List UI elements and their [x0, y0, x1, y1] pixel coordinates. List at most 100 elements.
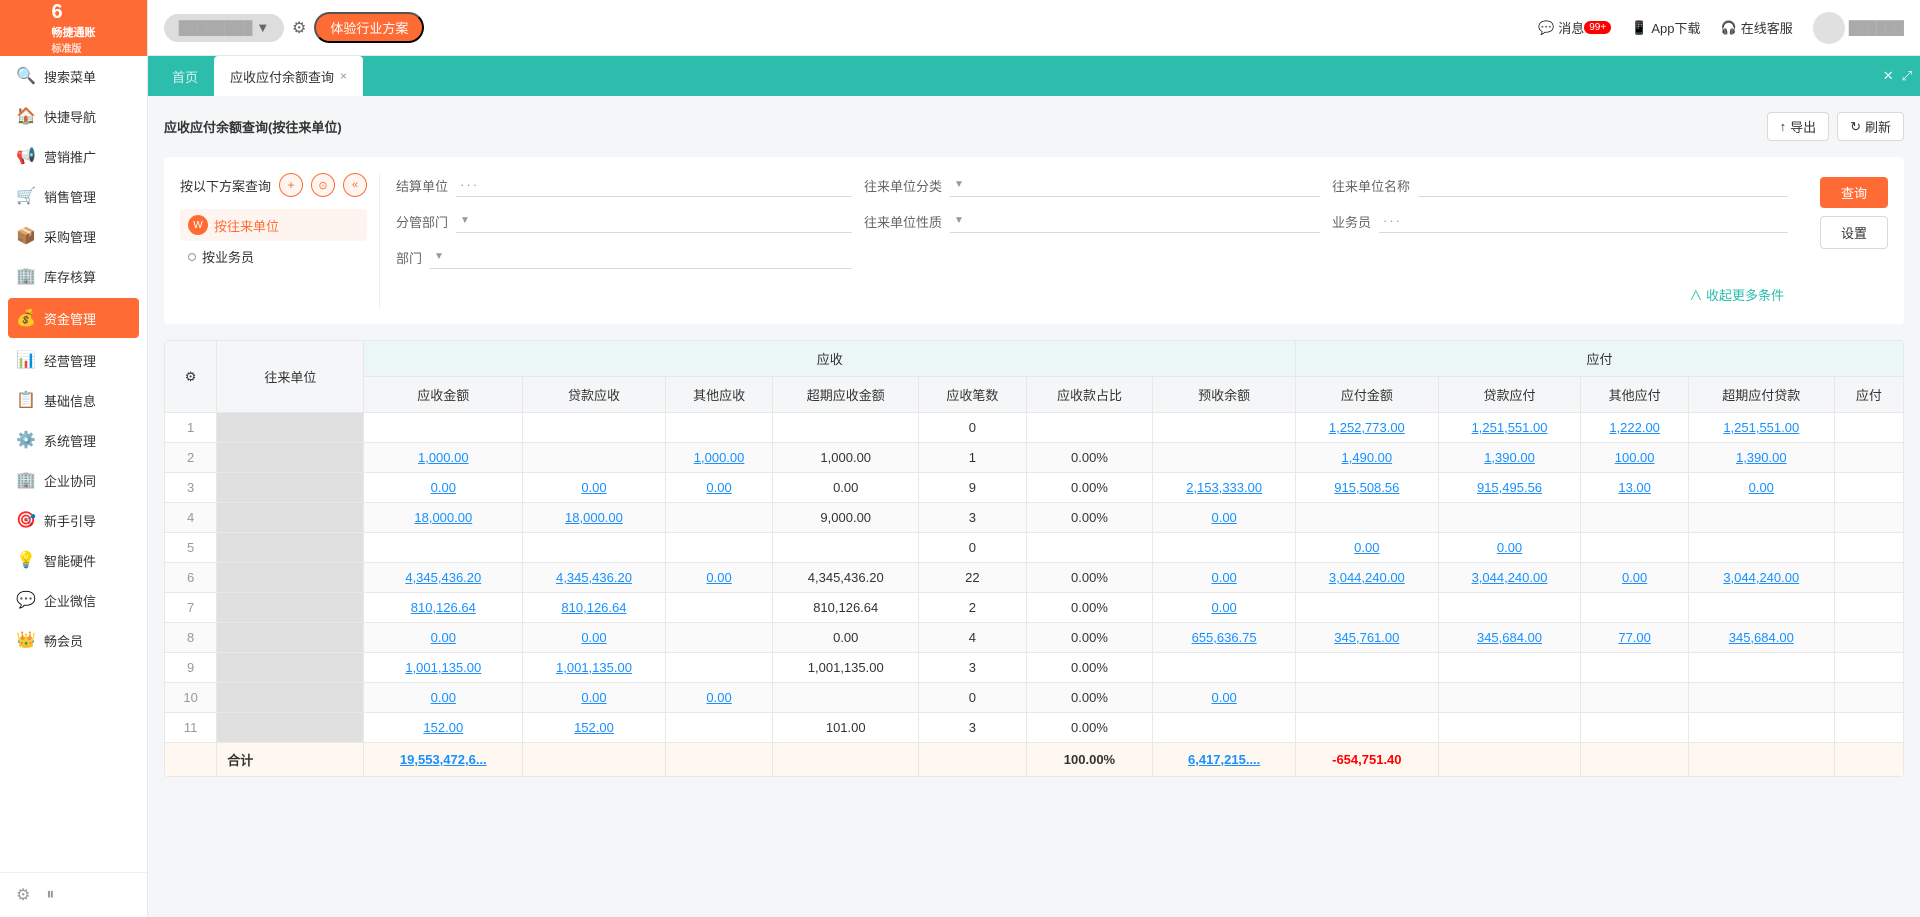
col-receivable-amount: 应收金额 [364, 377, 523, 413]
total-advance-balance[interactable]: 6,417,215.... [1153, 743, 1296, 777]
row-receivable-amount[interactable]: 18,000.00 [364, 503, 523, 533]
row-loan-receivable[interactable]: 810,126.64 [523, 593, 666, 623]
row-advance-balance[interactable]: 2,153,333.00 [1153, 473, 1296, 503]
sidebar-item-basic-info[interactable]: 📋 基础信息 [0, 380, 147, 420]
collapse-more-button[interactable]: ∧ 收起更多条件 [1685, 281, 1788, 308]
sidebar-item-finance[interactable]: 💰 资金管理 [8, 298, 139, 338]
online-service-button[interactable]: 🎧 在线客服 [1721, 18, 1793, 37]
sidebar-item-member[interactable]: 👑 畅会员 [0, 620, 147, 660]
filter-collapse-button[interactable]: « [343, 173, 367, 197]
row-receivable-amount[interactable]: 0.00 [364, 683, 523, 713]
unit-category-input[interactable]: ▼ [950, 173, 1320, 197]
row-overdue-payable[interactable]: 1,390.00 [1688, 443, 1834, 473]
row-loan-payable[interactable]: 3,044,240.00 [1438, 563, 1581, 593]
row-overdue-payable[interactable]: 345,684.00 [1688, 623, 1834, 653]
sidebar-item-smart-hardware[interactable]: 💡 智能硬件 [0, 540, 147, 580]
row-advance-balance[interactable]: 655,636.75 [1153, 623, 1296, 653]
sidebar-item-quick-nav[interactable]: 🏠 快捷导航 [0, 96, 147, 136]
sidebar-item-marketing[interactable]: 📢 营销推广 [0, 136, 147, 176]
sidebar-item-operations[interactable]: 📊 经营管理 [0, 340, 147, 380]
header-gear-icon[interactable]: ⚙ [292, 18, 306, 38]
tab-receivable-query[interactable]: 应收应付余额查询 × [214, 56, 363, 96]
row-receivable-amount[interactable]: 1,000.00 [364, 443, 523, 473]
row-overdue-payable[interactable]: 0.00 [1688, 473, 1834, 503]
sidebar-item-purchase[interactable]: 📦 采购管理 [0, 216, 147, 256]
row-advance-balance[interactable]: 0.00 [1153, 593, 1296, 623]
row-payable-amount[interactable]: 915,508.56 [1295, 473, 1438, 503]
row-loan-payable[interactable]: 345,684.00 [1438, 623, 1581, 653]
sidebar-item-wechat[interactable]: 💬 企业微信 [0, 580, 147, 620]
sidebar-item-system[interactable]: ⚙️ 系统管理 [0, 420, 147, 460]
row-overdue-payable[interactable]: 1,251,551.00 [1688, 413, 1834, 443]
row-receivable-amount[interactable]: 810,126.64 [364, 593, 523, 623]
filter-option-salesperson[interactable]: 按业务员 [180, 241, 367, 272]
sidebar-item-enterprise[interactable]: 🏢 企业协同 [0, 460, 147, 500]
settlement-unit-input[interactable]: ··· [456, 173, 852, 197]
row-payable-amount[interactable]: 1,490.00 [1295, 443, 1438, 473]
unit-name-input[interactable] [1418, 173, 1788, 197]
row-advance-balance[interactable]: 0.00 [1153, 503, 1296, 533]
row-other-payable[interactable]: 13.00 [1581, 473, 1689, 503]
collapse-icon[interactable]: ⏸ [46, 886, 54, 904]
row-receivable-amount[interactable]: 4,345,436.20 [364, 563, 523, 593]
tab-expand-icon[interactable]: ⤢ [1902, 68, 1912, 84]
row-advance-balance[interactable]: 0.00 [1153, 683, 1296, 713]
org-selector[interactable]: ████████ ▼ [164, 14, 284, 42]
row-loan-receivable[interactable]: 0.00 [523, 623, 666, 653]
row-loan-receivable[interactable]: 152.00 [523, 713, 666, 743]
salesperson-input[interactable]: ··· [1379, 209, 1788, 233]
row-loan-receivable[interactable]: 1,001,135.00 [523, 653, 666, 683]
row-advance-balance[interactable]: 0.00 [1153, 563, 1296, 593]
row-other-payable[interactable]: 100.00 [1581, 443, 1689, 473]
row-other-receivable[interactable]: 0.00 [665, 683, 773, 713]
unit-nature-input[interactable]: ▼ [950, 209, 1320, 233]
filter-options-button[interactable]: ⊙ [311, 173, 335, 197]
dept-input[interactable]: ▼ [430, 245, 852, 269]
row-other-payable[interactable]: 77.00 [1581, 623, 1689, 653]
tab-home[interactable]: 首页 [156, 56, 214, 96]
col-settings[interactable]: ⚙ [165, 341, 217, 413]
row-loan-payable[interactable]: 1,251,551.00 [1438, 413, 1581, 443]
row-payable-amount[interactable]: 3,044,240.00 [1295, 563, 1438, 593]
row-other-payable[interactable]: 1,222.00 [1581, 413, 1689, 443]
filter-add-button[interactable]: + [279, 173, 303, 197]
messages-button[interactable]: 💬 消息 99+ [1538, 18, 1611, 37]
sidebar-item-inventory[interactable]: 🏢 库存核算 [0, 256, 147, 296]
row-payable-amount[interactable]: 1,252,773.00 [1295, 413, 1438, 443]
sidebar-item-search[interactable]: 🔍 搜索菜单 [0, 56, 147, 96]
tab-close-icon[interactable]: × [340, 69, 347, 83]
row-loan-receivable[interactable]: 0.00 [523, 473, 666, 503]
row-receivable-amount[interactable]: 152.00 [364, 713, 523, 743]
user-profile[interactable]: ██████ [1813, 12, 1904, 44]
row-loan-payable[interactable]: 1,390.00 [1438, 443, 1581, 473]
row-loan-receivable[interactable]: 4,345,436.20 [523, 563, 666, 593]
filter-option-unit[interactable]: W 按往来单位 [180, 209, 367, 241]
tab-close-all-icon[interactable]: ✕ [1883, 68, 1894, 84]
row-payable-amount[interactable]: 345,761.00 [1295, 623, 1438, 653]
query-button[interactable]: 查询 [1820, 177, 1888, 208]
department-input[interactable]: ▼ [456, 209, 852, 233]
row-other-receivable[interactable]: 0.00 [665, 563, 773, 593]
refresh-button[interactable]: ↻ 刷新 [1837, 112, 1904, 141]
settings-button[interactable]: 设置 [1820, 216, 1888, 249]
trial-button[interactable]: 体验行业方案 [314, 12, 424, 43]
row-loan-payable[interactable]: 0.00 [1438, 533, 1581, 563]
row-other-receivable[interactable]: 0.00 [665, 473, 773, 503]
collapse-label: 收起更多条件 [1706, 288, 1784, 303]
row-receivable-amount[interactable]: 0.00 [364, 623, 523, 653]
row-other-receivable[interactable]: 1,000.00 [665, 443, 773, 473]
row-other-payable[interactable]: 0.00 [1581, 563, 1689, 593]
export-button[interactable]: ↑ 导出 [1767, 112, 1830, 141]
sidebar-item-sales[interactable]: 🛒 销售管理 [0, 176, 147, 216]
sidebar-item-beginner[interactable]: 🎯 新手引导 [0, 500, 147, 540]
total-receivable-amount[interactable]: 19,553,472,6... [364, 743, 523, 777]
row-loan-payable[interactable]: 915,495.56 [1438, 473, 1581, 503]
row-payable-amount[interactable]: 0.00 [1295, 533, 1438, 563]
row-loan-receivable[interactable]: 18,000.00 [523, 503, 666, 533]
app-download-button[interactable]: 📱 App下载 [1631, 18, 1700, 37]
row-receivable-amount[interactable]: 1,001,135.00 [364, 653, 523, 683]
row-receivable-amount[interactable]: 0.00 [364, 473, 523, 503]
row-loan-receivable[interactable]: 0.00 [523, 683, 666, 713]
settings-gear-icon[interactable]: ⚙ [16, 885, 30, 905]
row-overdue-payable[interactable]: 3,044,240.00 [1688, 563, 1834, 593]
